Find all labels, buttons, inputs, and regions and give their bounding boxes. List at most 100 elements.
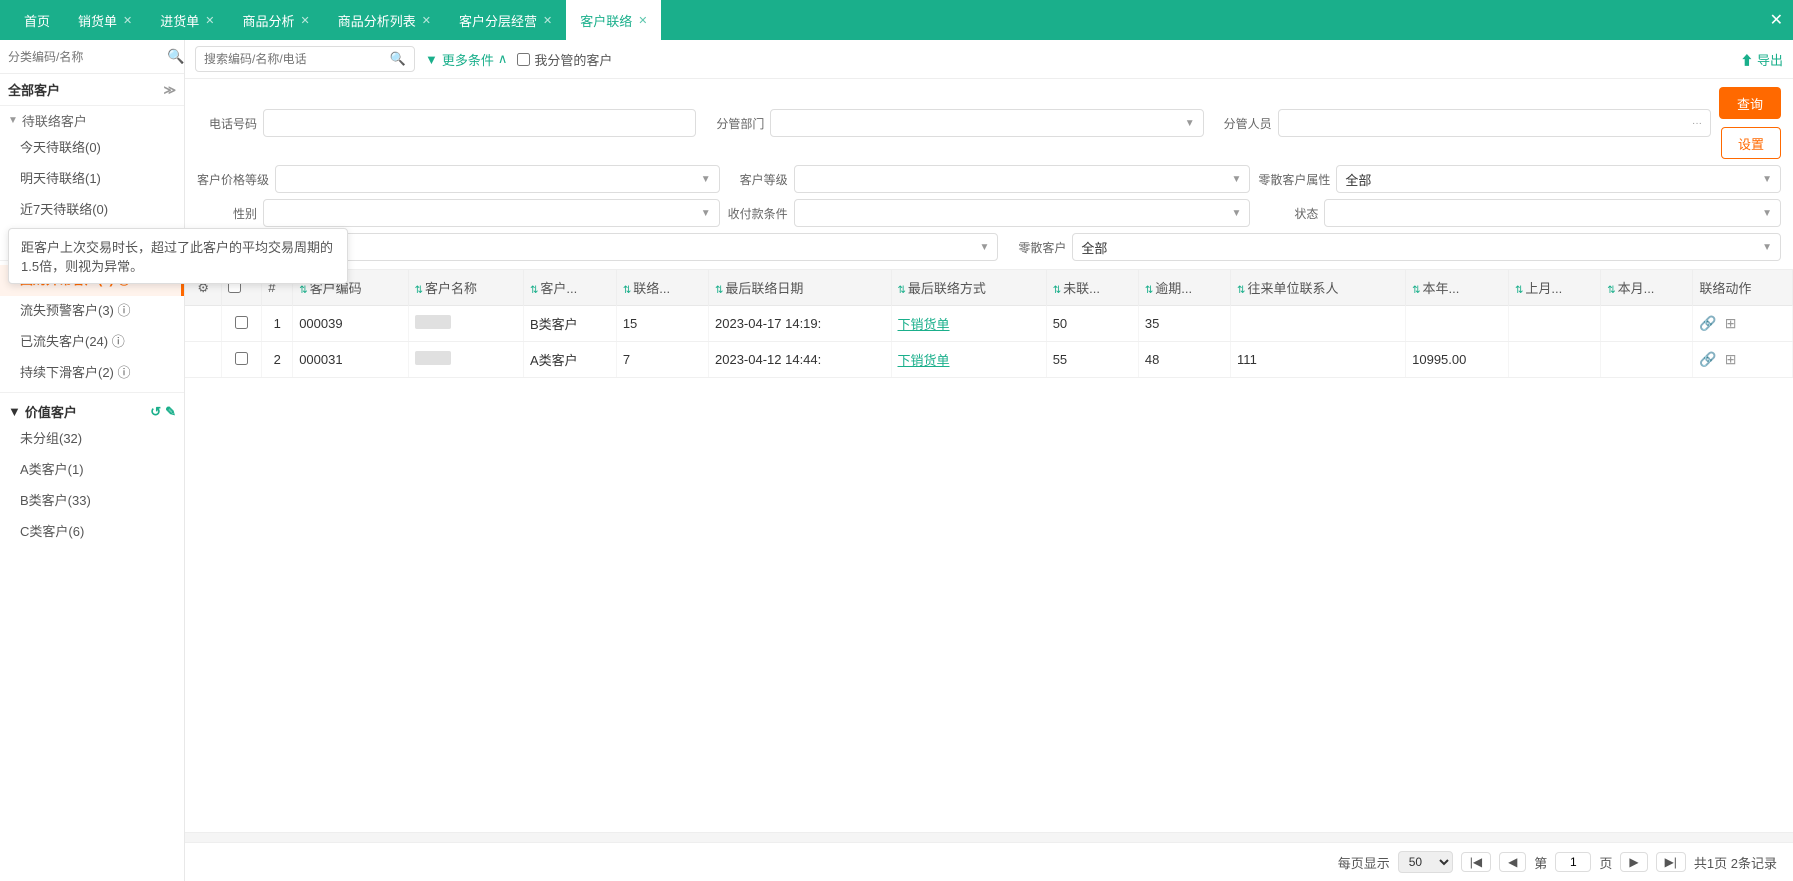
row-check-0[interactable] [235,316,248,329]
retail-attr-arrow: ▼ [1762,174,1772,185]
th-not-contacted[interactable]: ⇅未联... [1046,270,1138,306]
th-related-person[interactable]: ⇅往来单位联系人 [1231,270,1406,306]
nav-home[interactable]: 首页 [10,0,64,40]
payment-arrow: ▼ [1231,208,1241,219]
first-page-btn[interactable]: |◀ [1461,852,1491,872]
nav-customer-tiered-close[interactable]: ✕ [543,14,552,27]
row-last-method: 下销货单 [891,306,1046,342]
th-last-month[interactable]: ⇅上月... [1509,270,1601,306]
last-method-link[interactable]: 下销货单 [898,317,950,332]
row-last-date: 2023-04-17 14:19: [709,306,892,342]
phone-input[interactable] [263,109,696,137]
prev-page-btn[interactable]: ◀ [1499,852,1526,872]
nav-product-analysis[interactable]: 商品分析 ✕ [228,0,323,40]
dept-select[interactable]: ▼ [770,109,1203,137]
dept-filter-cell: 分管部门 ▼ [704,109,1203,137]
th-this-year[interactable]: ⇅本年... [1406,270,1509,306]
nav-sales-label: 销货单 [78,11,117,30]
retail-customer-select[interactable]: 全部 ▼ [1072,233,1781,261]
value-customers-label: 价值客户 [25,402,77,421]
th-contact[interactable]: ⇅联络... [616,270,708,306]
query-button[interactable]: 查询 [1719,87,1781,119]
sidebar-item-declining[interactable]: 持续下滑客户(2) ⓘ [0,358,184,389]
row-related-person [1231,306,1406,342]
th-name[interactable]: ⇅客户名称 [408,270,523,306]
page-label: 第 [1534,853,1547,872]
link-icon[interactable]: 🔗 [1699,315,1716,332]
th-overdue[interactable]: ⇅逾期... [1138,270,1230,306]
sidebar-pending-group: ▼ 待联络客户 [0,106,184,133]
nav-product-analysis-close[interactable]: ✕ [301,14,310,27]
sidebar-collapse-btn[interactable]: ≫ [163,83,176,97]
nav-sales-close[interactable]: ✕ [123,14,132,27]
nav-purchase-close[interactable]: ✕ [205,14,214,27]
sidebar-all-customers[interactable]: 全部客户 ≫ [0,74,184,106]
sidebar-item-ungroup[interactable]: 未分组(32) [0,424,184,455]
row-contact: 7 [616,342,708,378]
sidebar-item-lost-forecast[interactable]: 流失预警客户(3) ⓘ [0,296,184,327]
retail-attr-select[interactable]: 全部 ▼ [1336,165,1781,193]
export-button[interactable]: ⬆ 导出 [1740,50,1783,69]
horizontal-scrollbar[interactable] [185,832,1793,842]
page-number-input[interactable] [1555,852,1591,872]
per-page-select[interactable]: 20 50 100 200 [1398,851,1453,873]
nav-product-list-label: 商品分析列表 [338,11,416,30]
payment-select[interactable]: ▼ [794,199,1251,227]
nav-purchase-order[interactable]: 进货单 ✕ [146,0,228,40]
sidebar-search-area: 🔍 [0,40,184,74]
row-settings [185,342,222,378]
sidebar-item-a-class[interactable]: A类客户(1) [0,455,184,486]
sidebar-search-icon[interactable]: 🔍 [167,48,184,65]
payment-label: 收付款条件 [728,205,788,222]
filter-more-conditions[interactable]: ▼ 更多条件 ∧ [425,50,507,69]
nav-product-analysis-list[interactable]: 商品分析列表 ✕ [324,0,445,40]
export-label: ⬆ 导出 [1740,50,1783,69]
sidebar-item-7days[interactable]: 近7天待联络(0) [0,195,184,226]
last-method-link[interactable]: 下销货单 [898,353,950,368]
nav-customer-contact[interactable]: 客户联络 ✕ [566,0,661,40]
link-icon[interactable]: 🔗 [1699,351,1716,368]
sidebar-item-lost-customers[interactable]: 已流失客户(24) ⓘ [0,327,184,358]
sort-method-icon: ⇅ [898,285,906,296]
window-close-button[interactable]: ✕ [1770,10,1783,30]
gender-select[interactable]: ▼ [263,199,720,227]
last-page-btn[interactable]: ▶| [1656,852,1686,872]
next-page-btn[interactable]: ▶ [1620,852,1647,872]
sidebar-item-tomorrow[interactable]: 明天待联络(1) [0,164,184,195]
my-customers-check[interactable] [517,53,530,66]
my-customers-checkbox[interactable]: 我分管的客户 [517,50,612,69]
sidebar-edit-icon[interactable]: ✎ [165,404,176,420]
action-icons-group: 🔗 ⊞ [1699,351,1786,368]
nav-customer-contact-close[interactable]: ✕ [638,14,647,27]
qr-icon[interactable]: ⊞ [1725,315,1737,332]
customer-type-arrow: ▼ [980,242,990,253]
price-level-select[interactable]: ▼ [275,165,720,193]
filter-search-input[interactable] [204,52,384,66]
nav-customer-tiered[interactable]: 客户分层经营 ✕ [445,0,566,40]
setting-button[interactable]: 设置 [1721,127,1781,159]
th-last-method[interactable]: ⇅最后联络方式 [891,270,1046,306]
sidebar-item-today[interactable]: 今天待联络(0) [0,133,184,164]
sidebar-refresh-icon[interactable]: ↺ [150,404,161,420]
nav-sales-order[interactable]: 销货单 ✕ [64,0,146,40]
person-filter-cell: 分管人员 ··· [1212,109,1711,137]
tomorrow-contact-label: 明天待联络(1) [20,171,101,186]
qr-icon[interactable]: ⊞ [1725,351,1737,368]
nav-product-list-close[interactable]: ✕ [422,14,431,27]
nav-customer-tiered-label: 客户分层经营 [459,11,537,30]
person-select[interactable]: ··· [1278,109,1711,137]
row-check-1[interactable] [235,352,248,365]
all-customers-label: 全部客户 [8,80,60,99]
filter-search-icon[interactable]: 🔍 [390,51,406,67]
customer-type-select[interactable]: ▼ [290,233,999,261]
th-last-date[interactable]: ⇅最后联络日期 [709,270,892,306]
status-select[interactable]: ▼ [1324,199,1781,227]
sidebar-item-c-class[interactable]: C类客户(6) [0,517,184,548]
customer-level-select[interactable]: ▼ [794,165,1251,193]
row-actions: 🔗 ⊞ [1693,342,1793,378]
sidebar-item-b-class[interactable]: B类客户(33) [0,486,184,517]
row-contact: 15 [616,306,708,342]
th-type[interactable]: ⇅客户... [523,270,616,306]
sidebar-search-input[interactable] [8,50,163,64]
th-this-month[interactable]: ⇅本月... [1601,270,1693,306]
